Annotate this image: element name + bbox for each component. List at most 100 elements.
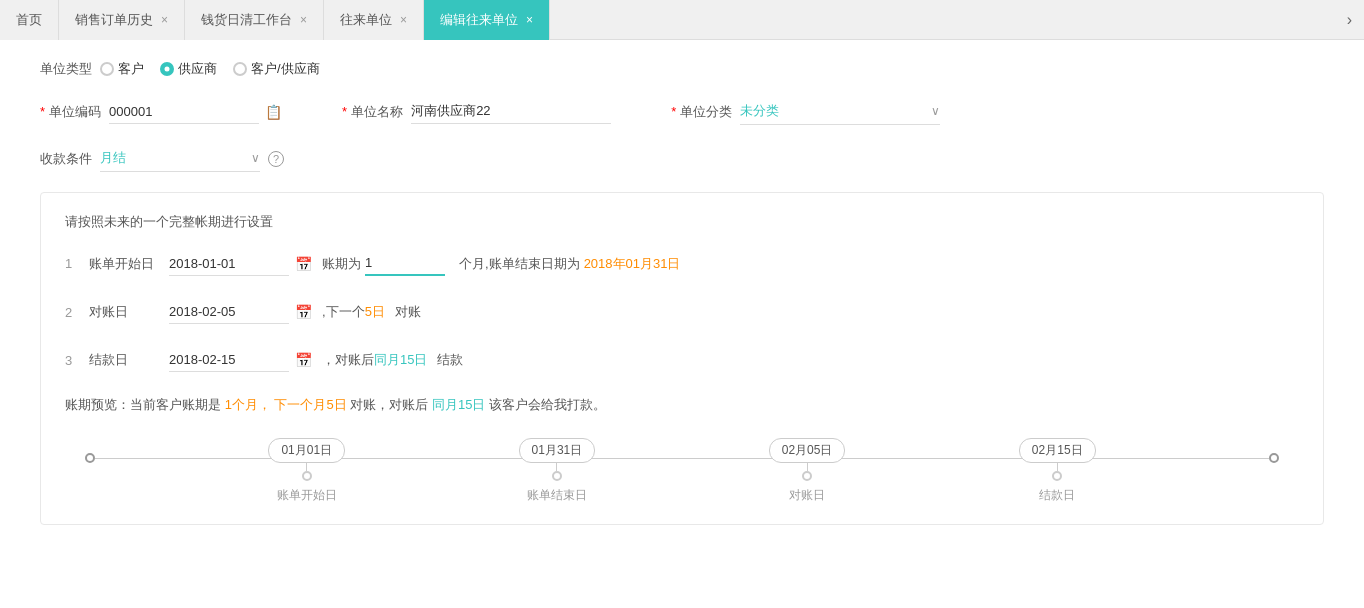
preview-part4: 同月15日 bbox=[432, 397, 485, 412]
timeline-tick-2 bbox=[556, 463, 557, 471]
unit-type-label: 单位类型 bbox=[40, 60, 92, 78]
timeline-dot-3 bbox=[802, 471, 812, 481]
unit-category-value: 未分类 bbox=[740, 102, 931, 120]
step-content-3: 📅 ，对账后 同月15日 结款 bbox=[169, 348, 1299, 372]
tab-edit-partner[interactable]: 编辑往来单位 × bbox=[424, 0, 550, 40]
payment-terms-label: 收款条件 bbox=[40, 150, 92, 168]
timeline-dot-end bbox=[1269, 453, 1279, 463]
payment-terms-value: 月结 bbox=[100, 149, 251, 167]
step-field-suffix: 个月,账单结束日期为 bbox=[459, 255, 580, 273]
timeline-badge-2: 01月31日 bbox=[519, 438, 596, 463]
timeline-item-1: 01月01日 账单开始日 bbox=[268, 438, 345, 504]
timeline-tick-3 bbox=[807, 463, 808, 471]
timeline-dot-4 bbox=[1052, 471, 1062, 481]
timeline-item-4: 02月15日 结款日 bbox=[1019, 438, 1096, 504]
radio-customer[interactable]: 客户 bbox=[100, 60, 144, 78]
calendar-icon-2[interactable]: 📅 bbox=[295, 304, 312, 320]
timeline-item-3: 02月05日 对账日 bbox=[769, 438, 846, 504]
required-star-cat: * bbox=[671, 104, 676, 119]
unit-name-input[interactable] bbox=[411, 100, 611, 124]
end-date-highlight: 2018年01月31日 bbox=[584, 255, 681, 273]
timeline-badge-1: 01月01日 bbox=[268, 438, 345, 463]
step-label-2: 对账日 bbox=[89, 303, 169, 321]
payment-terms-row: 收款条件 月结 ∨ ? bbox=[40, 145, 1324, 172]
preview-part2: 下一个月5日 bbox=[274, 397, 346, 412]
tab-home[interactable]: 首页 bbox=[0, 0, 59, 40]
preview-part3: 对账，对账后 bbox=[350, 397, 428, 412]
tab-partner[interactable]: 往来单位 × bbox=[324, 0, 424, 40]
step-num-3: 3 bbox=[65, 353, 89, 368]
radio-label-both: 客户/供应商 bbox=[251, 60, 320, 78]
chevron-down-icon: ∨ bbox=[931, 104, 940, 118]
unit-category-label: 单位分类 bbox=[680, 103, 732, 121]
timeline-container: 01月01日 账单开始日 01月31日 账单结束日 02月05日 对账日 bbox=[65, 438, 1299, 504]
copy-icon[interactable]: 📋 bbox=[265, 104, 282, 120]
unit-code-input[interactable] bbox=[109, 100, 259, 124]
help-icon[interactable]: ? bbox=[268, 151, 284, 167]
timeline-item-2: 01月31日 账单结束日 bbox=[519, 438, 596, 504]
close-icon[interactable]: × bbox=[300, 13, 307, 27]
step-row-1: 1 账单开始日 📅 账期为 个月,账单结束日期为 2018年01月31日 bbox=[65, 251, 1299, 276]
timeline-badge-3: 02月05日 bbox=[769, 438, 846, 463]
radio-both[interactable]: 客户/供应商 bbox=[233, 60, 320, 78]
close-icon[interactable]: × bbox=[161, 13, 168, 27]
step-row-3: 3 结款日 📅 ，对账后 同月15日 结款 bbox=[65, 348, 1299, 372]
timeline-badge-4: 02月15日 bbox=[1019, 438, 1096, 463]
radio-circle-both bbox=[233, 62, 247, 76]
unit-info-row: * 单位编码 📋 * 单位名称 * 单位分类 未分类 ∨ bbox=[40, 98, 1324, 125]
step-num-1: 1 bbox=[65, 256, 89, 271]
preview-part5: 该客户会给我打款。 bbox=[489, 397, 606, 412]
unit-type-radio-group: 客户 供应商 客户/供应商 bbox=[100, 60, 320, 78]
unit-category-dropdown[interactable]: 未分类 ∨ bbox=[740, 98, 940, 125]
calendar-icon-3[interactable]: 📅 bbox=[295, 352, 312, 368]
close-icon[interactable]: × bbox=[526, 13, 533, 27]
radio-supplier[interactable]: 供应商 bbox=[160, 60, 217, 78]
payment-date-input[interactable] bbox=[169, 348, 289, 372]
calendar-icon-1[interactable]: 📅 bbox=[295, 256, 312, 272]
step-content-1: 📅 账期为 个月,账单结束日期为 2018年01月31日 bbox=[169, 251, 1299, 276]
radio-circle-supplier bbox=[160, 62, 174, 76]
timeline-dot-2 bbox=[552, 471, 562, 481]
settings-section: 请按照未来的一个完整帐期进行设置 1 账单开始日 📅 账期为 个月,账单结束日期… bbox=[40, 192, 1324, 525]
tab-sales-history[interactable]: 销售订单历史 × bbox=[59, 0, 185, 40]
unit-name-group: * 单位名称 bbox=[342, 100, 611, 124]
chevron-down-icon-terms: ∨ bbox=[251, 151, 260, 165]
close-icon[interactable]: × bbox=[400, 13, 407, 27]
timeline-items: 01月01日 账单开始日 01月31日 账单结束日 02月05日 对账日 bbox=[85, 438, 1279, 504]
timeline-label-4: 结款日 bbox=[1039, 487, 1075, 504]
timeline-start-dot bbox=[85, 438, 95, 463]
timeline-label-2: 账单结束日 bbox=[527, 487, 587, 504]
tab-cash-work[interactable]: 钱货日清工作台 × bbox=[185, 0, 324, 40]
step-label-3: 结款日 bbox=[89, 351, 169, 369]
timeline-label-1: 账单开始日 bbox=[277, 487, 337, 504]
period-months-input[interactable] bbox=[365, 251, 445, 276]
unit-type-row: 单位类型 客户 供应商 客户/供应商 bbox=[40, 60, 1324, 78]
timeline-dot-start bbox=[85, 453, 95, 463]
step-row-2: 2 对账日 📅 ,下一个 5日 对账 bbox=[65, 300, 1299, 324]
step-desc-3-prefix: ，对账后 bbox=[322, 351, 374, 369]
step-num-2: 2 bbox=[65, 305, 89, 320]
required-star-code: * bbox=[40, 104, 45, 119]
unit-category-group: * 单位分类 未分类 ∨ bbox=[671, 98, 940, 125]
step-content-2: 📅 ,下一个 5日 对账 bbox=[169, 300, 1299, 324]
step-desc-2-prefix: ,下一个 bbox=[322, 303, 365, 321]
tab-more-button[interactable]: › bbox=[1335, 11, 1364, 29]
timeline-label-3: 对账日 bbox=[789, 487, 825, 504]
start-date-input[interactable] bbox=[169, 252, 289, 276]
step-desc-2-suffix: 对账 bbox=[395, 303, 421, 321]
step-field-label: 账期为 bbox=[322, 255, 361, 273]
payment-terms-dropdown[interactable]: 月结 ∨ bbox=[100, 145, 260, 172]
timeline-end-dot bbox=[1269, 438, 1279, 463]
main-content: 单位类型 客户 供应商 客户/供应商 * 单位编码 📋 * 单位名称 bbox=[0, 40, 1364, 608]
radio-label-customer: 客户 bbox=[118, 60, 144, 78]
tab-bar: 首页 销售订单历史 × 钱货日清工作台 × 往来单位 × 编辑往来单位 × › bbox=[0, 0, 1364, 40]
unit-code-label: 单位编码 bbox=[49, 103, 101, 121]
timeline-tick-4 bbox=[1057, 463, 1058, 471]
unit-name-label: 单位名称 bbox=[351, 103, 403, 121]
radio-circle-customer bbox=[100, 62, 114, 76]
preview-label: 账期预览：当前客户账期是 bbox=[65, 397, 221, 412]
reconcile-date-input[interactable] bbox=[169, 300, 289, 324]
timeline-dot-1 bbox=[302, 471, 312, 481]
step-label-1: 账单开始日 bbox=[89, 255, 169, 273]
section-title: 请按照未来的一个完整帐期进行设置 bbox=[65, 213, 1299, 231]
